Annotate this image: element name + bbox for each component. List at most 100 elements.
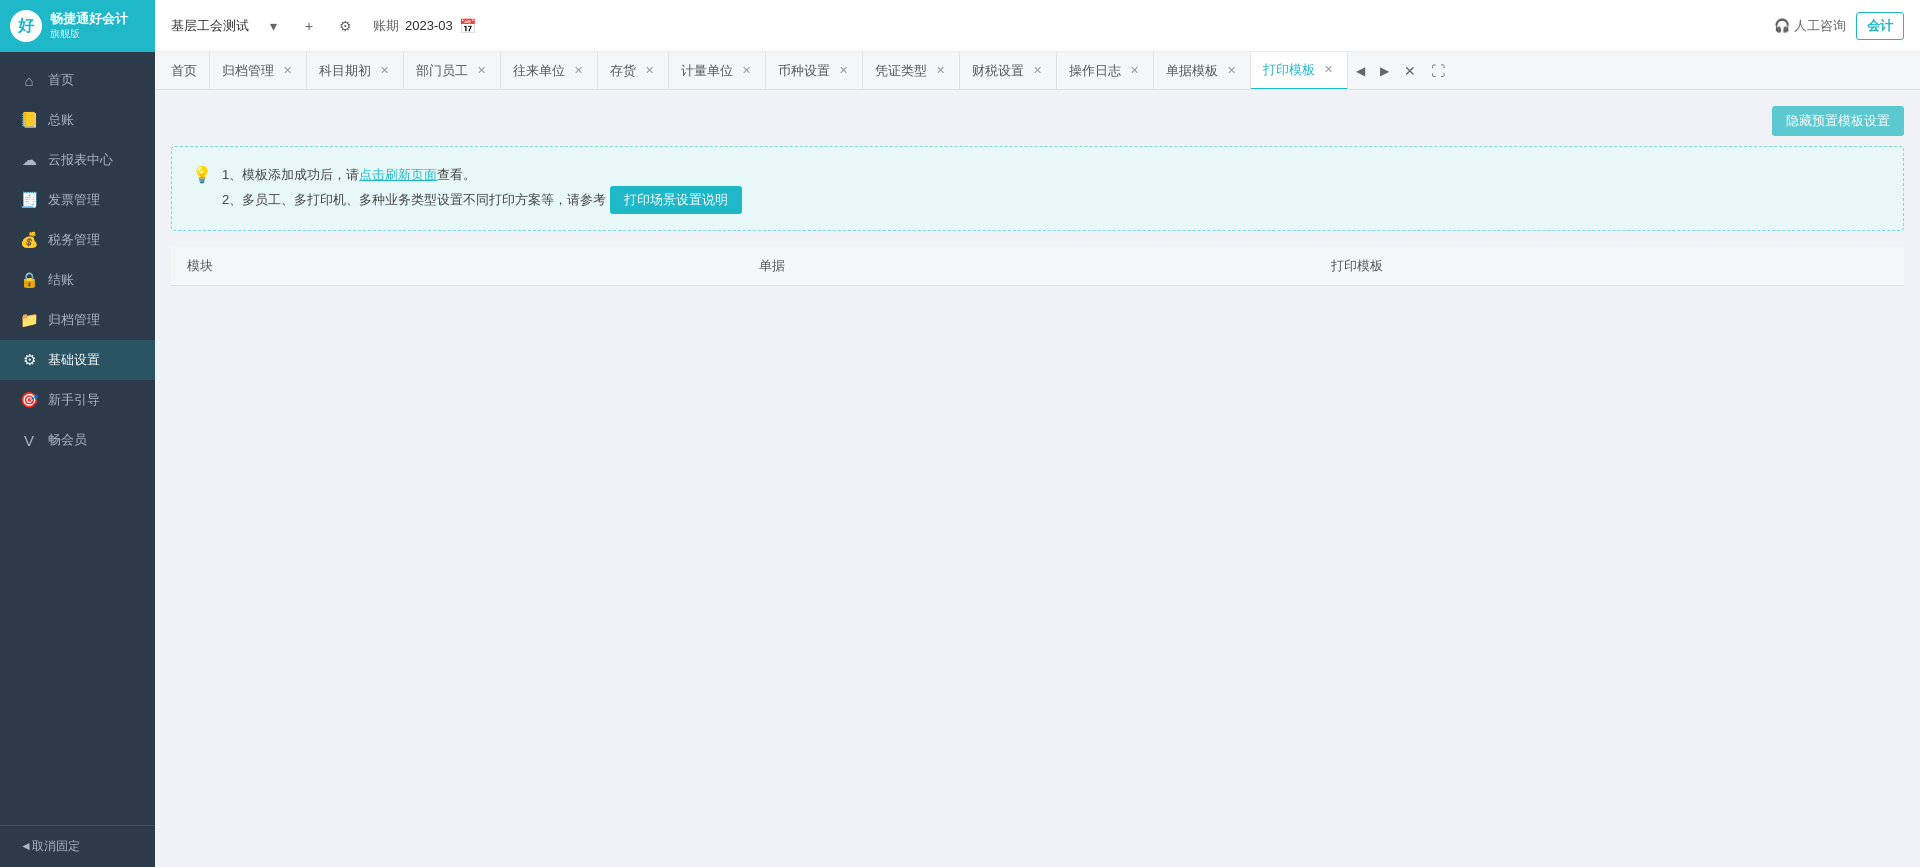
- tab-label-singletemplate: 单据模板: [1166, 62, 1218, 80]
- sidebar-item-reports[interactable]: ☁ 云报表中心: [0, 140, 155, 180]
- info-line1-post: 查看。: [437, 167, 476, 182]
- tab-home[interactable]: 首页: [159, 52, 210, 90]
- tab-archive[interactable]: 归档管理 ✕: [210, 52, 307, 90]
- tab-close-taxsettings[interactable]: ✕: [1030, 64, 1044, 78]
- tab-label-department: 部门员工: [416, 62, 468, 80]
- tab-close-department[interactable]: ✕: [474, 64, 488, 78]
- period-value: 2023-03: [405, 18, 453, 33]
- ai-icon: 🎧: [1774, 18, 1790, 33]
- tab-label-vouchertype: 凭证类型: [875, 62, 927, 80]
- logo-title: 畅捷通好会计: [50, 11, 128, 27]
- hide-template-button[interactable]: 隐藏预置模板设置: [1772, 106, 1904, 136]
- tab-singletemplate[interactable]: 单据模板 ✕: [1154, 52, 1251, 90]
- settings-icon: ⚙: [20, 351, 38, 369]
- tab-label-supplier: 往来单位: [513, 62, 565, 80]
- bulb-icon: 💡: [192, 165, 212, 184]
- add-company-icon[interactable]: +: [295, 12, 323, 40]
- reports-icon: ☁: [20, 151, 38, 169]
- kuaiji-button[interactable]: 会计: [1856, 12, 1904, 40]
- table-header-row: 模块 单据 打印模板: [171, 247, 1904, 286]
- tab-close-printtemplate[interactable]: ✕: [1321, 63, 1335, 77]
- invoice-icon: 🧾: [20, 191, 38, 209]
- tab-close-singletemplate[interactable]: ✕: [1224, 64, 1238, 78]
- sidebar-item-settings[interactable]: ⚙ 基础设置: [0, 340, 155, 380]
- sidebar: 好 畅捷通好会计 旗舰版 ⌂ 首页 📒 总账 ☁ 云报表中心 🧾 发票管理 💰 税务管理 🔒 结账 📁归…: [0, 0, 155, 867]
- tab-oplog[interactable]: 操作日志 ✕: [1057, 52, 1154, 90]
- member-icon: V: [20, 432, 38, 449]
- member-label: 畅会员: [48, 431, 87, 449]
- print-template-table: 模块 单据 打印模板: [171, 247, 1904, 286]
- tab-close-subject[interactable]: ✕: [377, 64, 391, 78]
- tab-subject[interactable]: 科目期初 ✕: [307, 52, 404, 90]
- tab-printtemplate[interactable]: 打印模板 ✕: [1251, 52, 1348, 90]
- top-bar: 基层工会测试 ▾ + ⚙ 账期 2023-03 📅 🎧 人工咨询 会计: [155, 0, 1920, 52]
- info-line2-pre: 2、多员工、多打印机、多种业务类型设置不同打印方案等，请参考: [222, 192, 606, 207]
- tab-close-currency[interactable]: ✕: [836, 64, 850, 78]
- info-text: 1、模板添加成功后，请点击刷新页面查看。 2、多员工、多打印机、多种业务类型设置…: [222, 163, 1883, 214]
- home-icon: ⌂: [20, 72, 38, 89]
- ledger-label: 总账: [48, 111, 74, 129]
- tab-supplier[interactable]: 往来单位 ✕: [501, 52, 598, 90]
- calendar-icon[interactable]: 📅: [459, 18, 476, 34]
- logo-subtitle: 旗舰版: [50, 27, 128, 41]
- home-label: 首页: [48, 71, 74, 89]
- tab-close-all-btn[interactable]: ✕: [1396, 52, 1424, 90]
- closing-icon: 🔒: [20, 271, 38, 289]
- tab-label-currency: 币种设置: [778, 62, 830, 80]
- tab-label-oplog: 操作日志: [1069, 62, 1121, 80]
- ai-consult-button[interactable]: 🎧 人工咨询: [1774, 17, 1846, 35]
- unpin-label: ◄取消固定: [20, 838, 80, 855]
- tab-close-archive[interactable]: ✕: [280, 64, 294, 78]
- tab-close-supplier[interactable]: ✕: [571, 64, 585, 78]
- tab-label-printtemplate: 打印模板: [1263, 61, 1315, 79]
- tab-inventory[interactable]: 存货 ✕: [598, 52, 669, 90]
- sidebar-item-closing[interactable]: 🔒 结账: [0, 260, 155, 300]
- info-line1: 1、模板添加成功后，请点击刷新页面查看。: [222, 163, 1883, 186]
- col-single: 单据: [743, 247, 1315, 286]
- dropdown-icon[interactable]: ▾: [259, 12, 287, 40]
- tax-label: 税务管理: [48, 231, 100, 249]
- period-info: 账期 2023-03 📅: [373, 17, 476, 35]
- tab-close-unit[interactable]: ✕: [739, 64, 753, 78]
- sidebar-unpin[interactable]: ◄取消固定: [0, 825, 155, 867]
- tab-prev-btn[interactable]: ◀: [1348, 52, 1372, 90]
- tab-close-oplog[interactable]: ✕: [1127, 64, 1141, 78]
- tab-close-vouchertype[interactable]: ✕: [933, 64, 947, 78]
- ledger-icon: 📒: [20, 111, 38, 129]
- tab-label-archive: 归档管理: [222, 62, 274, 80]
- tab-department[interactable]: 部门员工 ✕: [404, 52, 501, 90]
- sidebar-item-guide[interactable]: 🎯新手引导: [0, 380, 155, 420]
- logo-icon: 好: [10, 10, 42, 42]
- reports-label: 云报表中心: [48, 151, 113, 169]
- scene-settings-button[interactable]: 打印场景设置说明: [610, 186, 742, 214]
- tab-bar: 首页归档管理 ✕ 科目期初 ✕ 部门员工 ✕ 往来单位 ✕ 存货 ✕ 计量单位 ✕ 币种设置 ✕ 凭证类型 ✕…: [155, 52, 1920, 90]
- tax-icon: 💰: [20, 231, 38, 249]
- archive-label: 归档管理: [48, 311, 100, 329]
- col-module: 模块: [171, 247, 743, 286]
- sidebar-item-ledger[interactable]: 📒 总账: [0, 100, 155, 140]
- sidebar-item-archive[interactable]: 📁归档管理: [0, 300, 155, 340]
- refresh-link[interactable]: 点击刷新页面: [359, 167, 437, 182]
- tab-unit[interactable]: 计量单位 ✕: [669, 52, 766, 90]
- tab-label-subject: 科目期初: [319, 62, 371, 80]
- content-area: 隐藏预置模板设置 💡 1、模板添加成功后，请点击刷新页面查看。 2、多员工、多打…: [155, 90, 1920, 867]
- tab-next-btn[interactable]: ▶: [1372, 52, 1396, 90]
- sidebar-item-member[interactable]: V 畅会员: [0, 420, 155, 460]
- settings-icon[interactable]: ⚙: [331, 12, 359, 40]
- sidebar-item-invoice[interactable]: 🧾 发票管理: [0, 180, 155, 220]
- tab-close-inventory[interactable]: ✕: [642, 64, 656, 78]
- tab-label-inventory: 存货: [610, 62, 636, 80]
- tab-label-unit: 计量单位: [681, 62, 733, 80]
- closing-label: 结账: [48, 271, 74, 289]
- top-bar-actions: ▾ + ⚙: [259, 12, 359, 40]
- tab-maximize-btn[interactable]: ⛶: [1424, 52, 1452, 90]
- logo-area: 好 畅捷通好会计 旗舰版: [0, 0, 155, 52]
- tab-vouchertype[interactable]: 凭证类型 ✕: [863, 52, 960, 90]
- sidebar-item-home[interactable]: ⌂ 首页: [0, 60, 155, 100]
- settings-label: 基础设置: [48, 351, 100, 369]
- sidebar-item-tax[interactable]: 💰 税务管理: [0, 220, 155, 260]
- tab-taxsettings[interactable]: 财税设置✕: [960, 52, 1057, 90]
- tab-currency[interactable]: 币种设置 ✕: [766, 52, 863, 90]
- invoice-label: 发票管理: [48, 191, 100, 209]
- logo-text-area: 畅捷通好会计 旗舰版: [50, 11, 128, 41]
